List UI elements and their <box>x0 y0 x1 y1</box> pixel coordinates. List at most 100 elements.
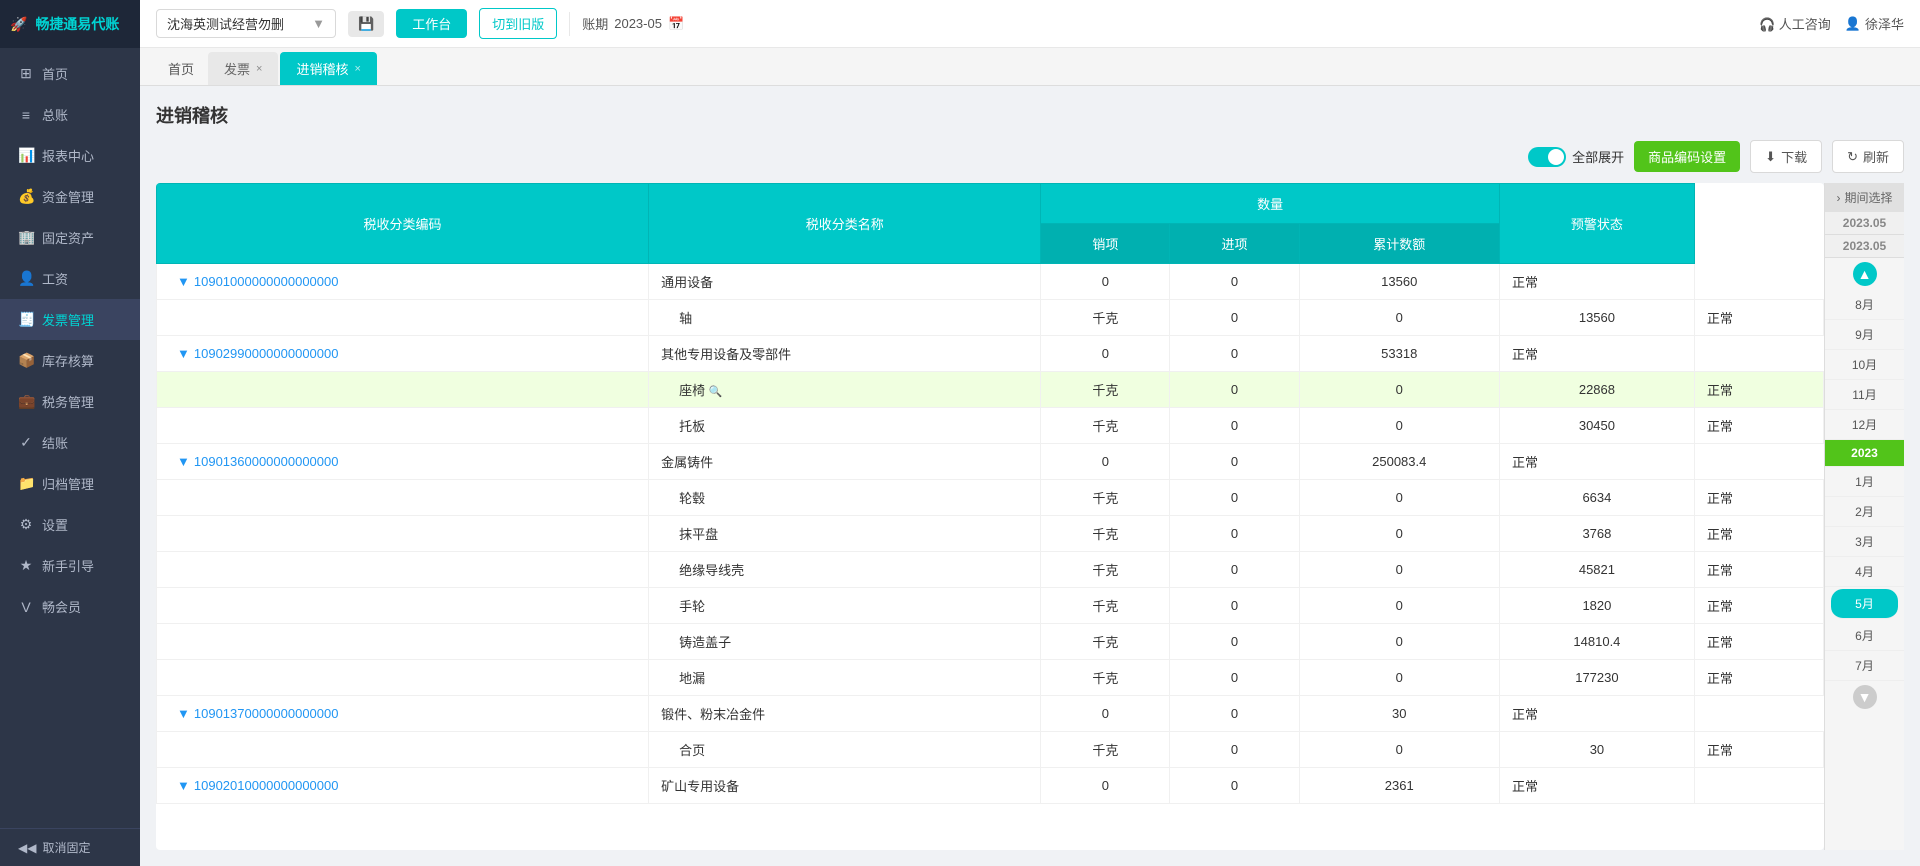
row-code: ▼10901370000000000000 <box>157 696 649 732</box>
sidebar-item-ledger[interactable]: ≡ 总账 <box>0 94 140 135</box>
tab-reconcile-close[interactable]: × <box>354 63 360 75</box>
period-list: 2023.05 2023.05 ▲ 8月 9月 10月 11月 12月 2023… <box>1825 212 1904 850</box>
page-title: 进销稽核 <box>156 102 1904 128</box>
table-row: ▼10902010000000000000 矿山专用设备 0 0 2361 正常 <box>157 768 1824 804</box>
sidebar-item-tax[interactable]: 💼税务管理 <box>0 381 140 422</box>
calendar-icon[interactable]: 📅 <box>668 16 684 32</box>
th-sales: 销项 <box>1041 224 1170 264</box>
row-purchase: 0 <box>1299 372 1499 408</box>
sidebar-item-reports[interactable]: 📊报表中心 <box>0 135 140 176</box>
row-total: 13560 <box>1299 264 1499 300</box>
row-sales: 0 <box>1170 300 1299 336</box>
row-code <box>157 516 649 552</box>
row-purchase: 0 <box>1299 516 1499 552</box>
expand-toggle[interactable]: 全部展开 <box>1528 147 1624 167</box>
row-unit: 千克 <box>1041 408 1170 444</box>
sidebar-item-member[interactable]: V畅会员 <box>0 586 140 627</box>
row-status: 正常 <box>1694 552 1823 588</box>
save-button[interactable]: 💾 <box>348 11 384 37</box>
sidebar-icon-ledger: ≡ <box>18 107 34 123</box>
tab-invoice-label: 发票 <box>224 59 250 78</box>
chevron-right-icon[interactable]: › <box>1836 191 1840 205</box>
period-item-6[interactable]: 6月 <box>1825 621 1904 651</box>
row-sales: 0 <box>1170 408 1299 444</box>
table-row: 轴 千克 0 0 13560 正常 <box>157 300 1824 336</box>
company-selector[interactable]: 沈海英测试经营勿删 ▼ <box>156 9 336 38</box>
sidebar-label-archive: 归档管理 <box>42 474 94 493</box>
sidebar-icon-assets: 🏢 <box>18 229 34 246</box>
row-status: 正常 <box>1694 300 1823 336</box>
period-item-5[interactable]: 5月 <box>1831 589 1898 619</box>
tab-home[interactable]: 首页 <box>156 52 206 85</box>
product-code-btn[interactable]: 商品编码设置 <box>1634 141 1740 172</box>
period-item-1[interactable]: 1月 <box>1825 467 1904 497</box>
headset-icon: 🎧 <box>1759 17 1775 32</box>
expand-icon[interactable]: ▼ <box>177 346 190 361</box>
th-total: 累计数额 <box>1299 224 1499 264</box>
sidebar-item-guide[interactable]: ★新手引导 <box>0 545 140 586</box>
workbench-button[interactable]: 工作台 <box>396 9 467 38</box>
company-dropdown-arrow: ▼ <box>312 16 325 31</box>
row-sales: 0 <box>1170 552 1299 588</box>
sidebar-item-home[interactable]: ⊞首页 <box>0 53 140 94</box>
sidebar-label-salary: 工资 <box>42 269 68 288</box>
sidebar-item-archive[interactable]: 📁归档管理 <box>0 463 140 504</box>
sidebar-label-ledger: 总账 <box>42 105 68 124</box>
row-purchase: 0 <box>1170 444 1299 480</box>
support-link[interactable]: 🎧 人工咨询 <box>1759 14 1831 33</box>
user-menu[interactable]: 👤 徐泽华 <box>1845 14 1904 33</box>
content-toolbar: 全部展开 商品编码设置 ⬇ 下载 ↻ 刷新 <box>156 140 1904 173</box>
tab-reconcile[interactable]: 进销稽核 × <box>280 52 376 85</box>
sidebar-icon-settlement: ✓ <box>18 434 34 451</box>
period-item-7[interactable]: 7月 <box>1825 651 1904 681</box>
period-down-arrow[interactable]: ▼ <box>1853 685 1877 709</box>
tab-invoice-close[interactable]: × <box>256 63 262 75</box>
sidebar-item-inventory[interactable]: 📦库存核算 <box>0 340 140 381</box>
sidebar-collapse-btn[interactable]: ◀◀ 取消固定 <box>0 828 140 866</box>
row-total: 177230 <box>1499 660 1694 696</box>
download-label: 下载 <box>1781 147 1807 166</box>
company-name: 沈海英测试经营勿删 <box>167 14 284 33</box>
expand-icon[interactable]: ▼ <box>177 778 190 793</box>
period-item-2[interactable]: 2月 <box>1825 497 1904 527</box>
row-unit: 千克 <box>1041 372 1170 408</box>
tab-invoice[interactable]: 发票 × <box>208 52 278 85</box>
expand-icon[interactable]: ▼ <box>177 274 190 289</box>
search-icon[interactable]: 🔍 <box>709 386 723 398</box>
sidebar-item-funds[interactable]: 💰资金管理 <box>0 176 140 217</box>
period-item-4[interactable]: 4月 <box>1825 557 1904 587</box>
table-row: 托板 千克 0 0 30450 正常 <box>157 408 1824 444</box>
toggle-control[interactable] <box>1528 147 1566 167</box>
switch-version-button[interactable]: 切到旧版 <box>479 8 557 39</box>
period-item-9[interactable]: 9月 <box>1825 320 1904 350</box>
sidebar-icon-guide: ★ <box>18 557 34 574</box>
expand-icon[interactable]: ▼ <box>177 706 190 721</box>
period-item-3[interactable]: 3月 <box>1825 527 1904 557</box>
period-item-12[interactable]: 12月 <box>1825 410 1904 440</box>
sidebar-item-settlement[interactable]: ✓结账 <box>0 422 140 463</box>
sidebar-icon-settings: ⚙ <box>18 516 34 533</box>
row-code <box>157 660 649 696</box>
period-selector-header: › 期间选择 <box>1825 183 1904 212</box>
sidebar-item-salary[interactable]: 👤工资 <box>0 258 140 299</box>
sidebar-item-invoice-mgmt[interactable]: 🧾发票管理 <box>0 299 140 340</box>
period-up-arrow[interactable]: ▲ <box>1853 262 1877 286</box>
row-status: 正常 <box>1499 696 1694 732</box>
th-purchase: 进项 <box>1170 224 1299 264</box>
row-code <box>157 732 649 768</box>
period-item-10[interactable]: 10月 <box>1825 350 1904 380</box>
sidebar-label-settings: 设置 <box>42 515 68 534</box>
download-btn[interactable]: ⬇ 下载 <box>1750 140 1822 173</box>
refresh-btn[interactable]: ↻ 刷新 <box>1832 140 1904 173</box>
row-sales: 0 <box>1170 516 1299 552</box>
row-purchase: 0 <box>1299 660 1499 696</box>
period-item-11[interactable]: 11月 <box>1825 380 1904 410</box>
row-sales: 0 <box>1170 372 1299 408</box>
sidebar-item-assets[interactable]: 🏢固定资产 <box>0 217 140 258</box>
table-row: ▼10901360000000000000 金属铸件 0 0 250083.4 … <box>157 444 1824 480</box>
sidebar-label-inventory: 库存核算 <box>42 351 94 370</box>
expand-icon[interactable]: ▼ <box>177 454 190 469</box>
row-status: 正常 <box>1694 408 1823 444</box>
period-item-8[interactable]: 8月 <box>1825 290 1904 320</box>
sidebar-item-settings[interactable]: ⚙ 设置 <box>0 504 140 545</box>
